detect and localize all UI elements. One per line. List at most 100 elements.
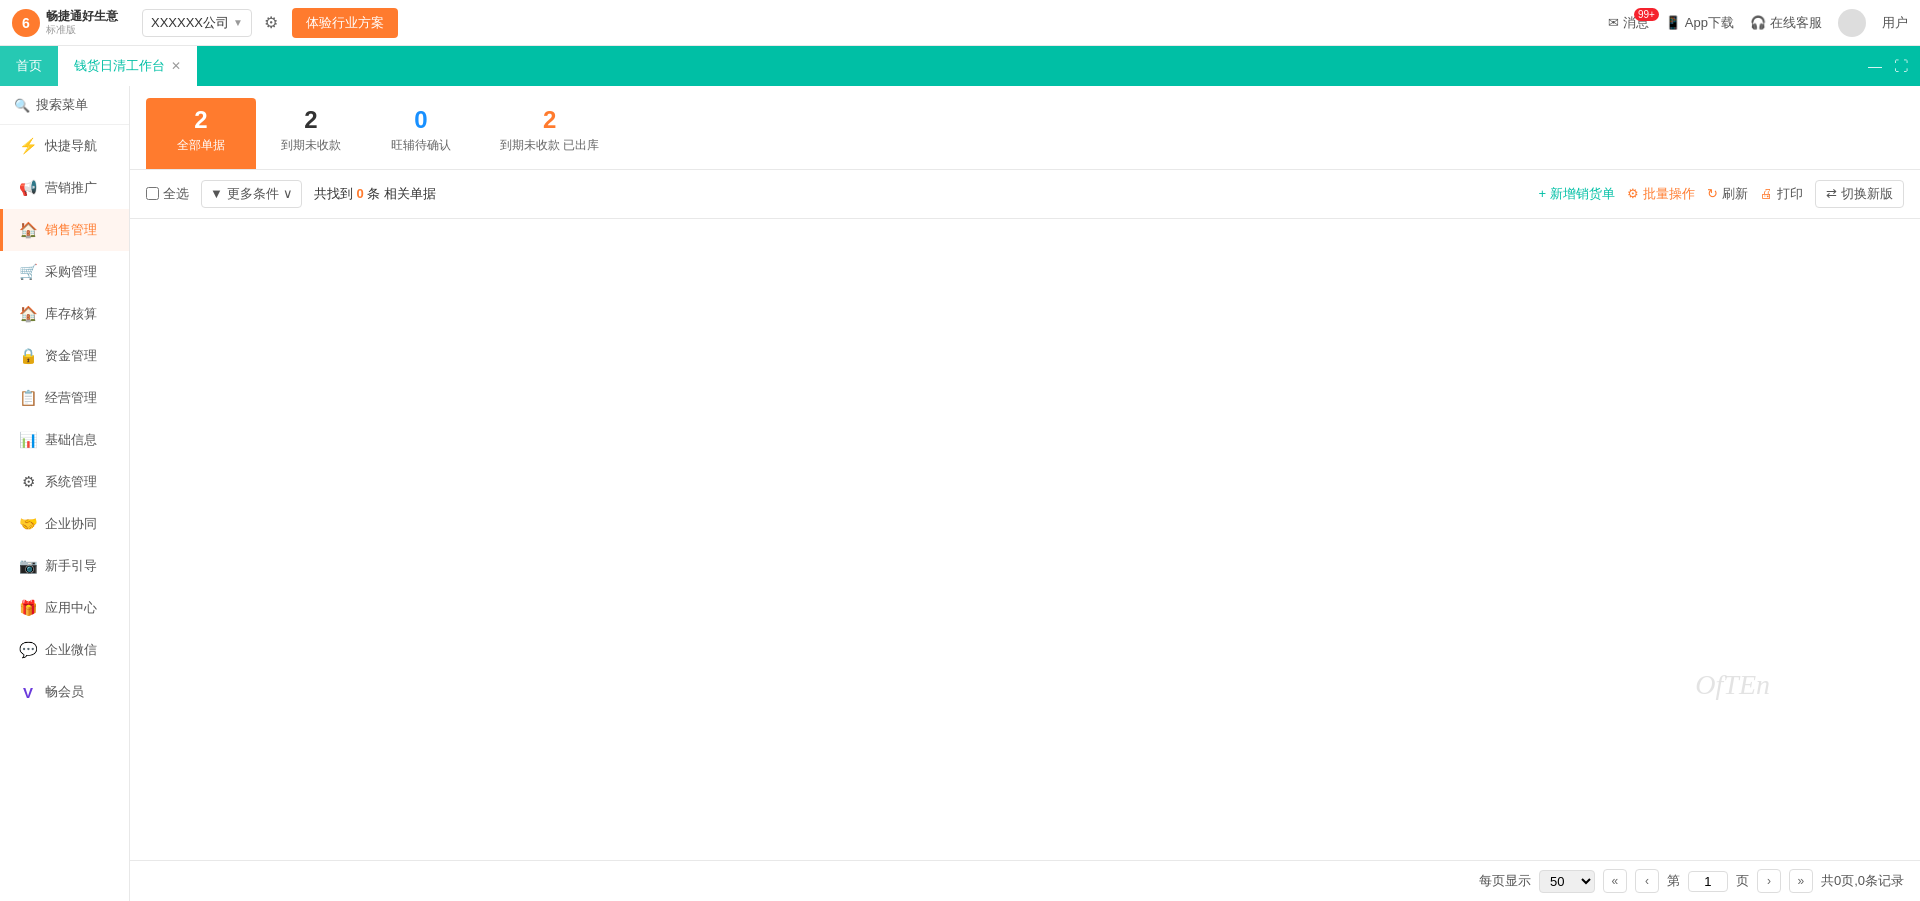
search-menu-label: 搜索菜单 (36, 96, 88, 114)
app-download-btn[interactable]: 📱 App下载 (1665, 14, 1734, 32)
top-header: 6 畅捷通好生意 标准版 XXXXXX公司 ▼ ⚙ 体验行业方案 ✉ 消息 99… (0, 0, 1920, 46)
sidebar-item-cooperation[interactable]: 🤝 企业协同 (0, 503, 129, 545)
message-btn[interactable]: ✉ 消息 99+ (1608, 14, 1649, 32)
toolbar: 全选 ▼ 更多条件 ∨ 共找到 0 条 相关单据 + 新增销货单 (130, 170, 1920, 219)
sidebar-item-label: 库存核算 (45, 305, 97, 323)
switch-icon: ⇄ (1826, 186, 1837, 201)
avatar[interactable] (1838, 9, 1866, 37)
phone-icon: 📱 (1665, 15, 1681, 30)
select-all-checkbox[interactable]: 全选 (146, 185, 189, 203)
select-all-input[interactable] (146, 187, 159, 200)
stat-tab-overdue-unshipped[interactable]: 2 到期未收款 已出库 (476, 98, 623, 169)
sidebar-item-inventory[interactable]: 🏠 库存核算 (0, 293, 129, 335)
logo-title: 畅捷通好生意 (46, 9, 118, 23)
logo-sub: 标准版 (46, 24, 118, 36)
main-layout: 🔍 搜索菜单 ⚡ 快捷导航 📢 营销推广 🏠 销售管理 🛒 采购管理 🏠 库存核… (0, 86, 1920, 901)
sidebar-item-vip[interactable]: V 畅会员 (0, 671, 129, 713)
prev-page-btn[interactable]: ‹ (1635, 869, 1659, 893)
batch-btn[interactable]: ⚙ 批量操作 (1627, 185, 1695, 203)
new-sales-label: 新增销货单 (1550, 185, 1615, 203)
header-right: ✉ 消息 99+ 📱 App下载 🎧 在线客服 用户 (1608, 9, 1908, 37)
filter-btn[interactable]: ▼ 更多条件 ∨ (201, 180, 302, 208)
sidebar-item-basic-info[interactable]: 📊 基础信息 (0, 419, 129, 461)
stat-num-pending-confirm: 0 (414, 106, 427, 135)
stat-tab-overdue-unpaid[interactable]: 2 到期未收款 (256, 98, 366, 169)
stat-tab-pending-confirm[interactable]: 0 旺辅待确认 (366, 98, 476, 169)
page-suffix-label: 页 (1736, 872, 1749, 890)
stat-num-all: 2 (194, 106, 207, 135)
filter-icon: ▼ (210, 186, 223, 201)
sidebar-item-label: 销售管理 (45, 221, 97, 239)
per-page-select[interactable]: 50 10 20 100 (1539, 870, 1595, 893)
new-sales-btn[interactable]: + 新增销货单 (1538, 185, 1615, 203)
company-selector[interactable]: XXXXXX公司 ▼ (142, 9, 252, 37)
batch-label: 批量操作 (1643, 185, 1695, 203)
sales-icon: 🏠 (19, 221, 37, 239)
stat-num-overdue-unshipped: 2 (543, 106, 556, 135)
quick-nav-icon: ⚡ (19, 137, 37, 155)
tab-work-label: 钱货日清工作台 (74, 57, 165, 75)
sidebar-item-system[interactable]: ⚙ 系统管理 (0, 461, 129, 503)
found-text: 共找到 0 条 相关单据 (314, 185, 436, 203)
logo-text: 畅捷通好生意 标准版 (46, 9, 118, 35)
pagination-bar: 每页显示 50 10 20 100 « ‹ 第 页 › » 共0页,0条记录 (130, 860, 1920, 901)
refresh-label: 刷新 (1722, 185, 1748, 203)
stat-tab-all[interactable]: 2 全部单据 (146, 98, 256, 169)
minimize-icon[interactable]: — (1868, 58, 1882, 74)
last-page-btn[interactable]: » (1789, 869, 1813, 893)
vip-icon: V (19, 683, 37, 701)
tab-home[interactable]: 首页 (0, 46, 58, 86)
tab-right-actions: — ⛶ (1856, 46, 1920, 86)
sidebar-item-operations[interactable]: 📋 经营管理 (0, 377, 129, 419)
user-name: 用户 (1882, 14, 1908, 32)
stats-tabs: 2 全部单据 2 到期未收款 0 旺辅待确认 2 到期未收款 已出库 (130, 86, 1920, 170)
page-input[interactable] (1688, 871, 1728, 892)
stat-label-overdue-unshipped: 到期未收款 已出库 (500, 137, 599, 154)
sidebar-item-purchase[interactable]: 🛒 采购管理 (0, 251, 129, 293)
per-page-label: 每页显示 (1479, 872, 1531, 890)
found-count: 0 (357, 186, 364, 201)
sidebar-item-label: 营销推广 (45, 179, 97, 197)
online-service-btn[interactable]: 🎧 在线客服 (1750, 14, 1822, 32)
online-service-label: 在线客服 (1770, 14, 1822, 32)
app-center-icon: 🎁 (19, 599, 37, 617)
sidebar-item-sales[interactable]: 🏠 销售管理 (0, 209, 129, 251)
app-download-label: App下载 (1685, 14, 1734, 32)
experience-btn[interactable]: 体验行业方案 (292, 8, 398, 38)
sidebar: 🔍 搜索菜单 ⚡ 快捷导航 📢 营销推广 🏠 销售管理 🛒 采购管理 🏠 库存核… (0, 86, 130, 901)
stat-label-all: 全部单据 (177, 137, 225, 154)
sidebar-item-label: 资金管理 (45, 347, 97, 365)
message-icon: ✉ (1608, 15, 1619, 30)
close-icon[interactable]: ✕ (171, 59, 181, 73)
sidebar-item-label: 应用中心 (45, 599, 97, 617)
operations-icon: 📋 (19, 389, 37, 407)
page-prefix-label: 第 (1667, 872, 1680, 890)
logo-icon: 6 (12, 9, 40, 37)
stat-label-pending-confirm: 旺辅待确认 (391, 137, 451, 154)
sidebar-item-finance[interactable]: 🔒 资金管理 (0, 335, 129, 377)
print-icon: 🖨 (1760, 186, 1773, 201)
maximize-icon[interactable]: ⛶ (1894, 58, 1908, 74)
sidebar-item-marketing[interactable]: 📢 营销推广 (0, 167, 129, 209)
refresh-icon: ↻ (1707, 186, 1718, 201)
first-page-btn[interactable]: « (1603, 869, 1627, 893)
sidebar-item-quick-nav[interactable]: ⚡ 快捷导航 (0, 125, 129, 167)
sidebar-item-guide[interactable]: 📷 新手引导 (0, 545, 129, 587)
sidebar-item-app-center[interactable]: 🎁 应用中心 (0, 587, 129, 629)
switch-version-btn[interactable]: ⇄ 切换新版 (1815, 180, 1904, 208)
refresh-btn[interactable]: ↻ 刷新 (1707, 185, 1748, 203)
marketing-icon: 📢 (19, 179, 37, 197)
basic-info-icon: 📊 (19, 431, 37, 449)
sidebar-item-wechat[interactable]: 💬 企业微信 (0, 629, 129, 671)
settings-icon[interactable]: ⚙ (260, 9, 282, 36)
print-btn[interactable]: 🖨 打印 (1760, 185, 1803, 203)
search-menu[interactable]: 🔍 搜索菜单 (0, 86, 129, 125)
sidebar-item-label: 系统管理 (45, 473, 97, 491)
toolbar-right: + 新增销货单 ⚙ 批量操作 ↻ 刷新 🖨 打印 ⇄ 切换新版 (1538, 180, 1904, 208)
tab-work[interactable]: 钱货日清工作台 ✕ (58, 46, 197, 86)
batch-icon: ⚙ (1627, 186, 1639, 201)
switch-label: 切换新版 (1841, 185, 1893, 203)
sidebar-item-label: 企业协同 (45, 515, 97, 533)
next-page-btn[interactable]: › (1757, 869, 1781, 893)
cooperation-icon: 🤝 (19, 515, 37, 533)
